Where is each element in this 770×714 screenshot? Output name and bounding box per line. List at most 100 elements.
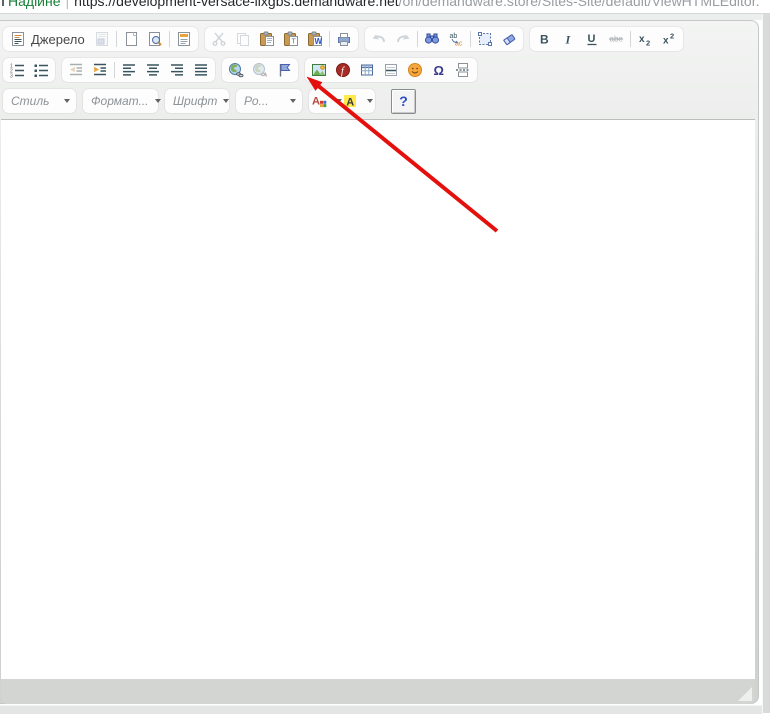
- about-button[interactable]: ?: [391, 88, 416, 114]
- underline-icon: U: [584, 31, 600, 47]
- align-right-icon: [169, 62, 185, 78]
- svg-text:2: 2: [670, 32, 674, 41]
- svg-text:I: I: [564, 33, 571, 47]
- italic-button[interactable]: I: [556, 28, 580, 50]
- binoculars-icon: [424, 31, 440, 47]
- toolbar-separator: [469, 31, 471, 47]
- templates-button[interactable]: [172, 28, 196, 50]
- omega-icon: Ω: [431, 62, 447, 78]
- italic-icon: I: [560, 31, 576, 47]
- toolbar-group: 123: [3, 58, 55, 82]
- paste-icon: [259, 31, 275, 47]
- ordered-list-button[interactable]: 123: [5, 59, 29, 81]
- justify-left-button[interactable]: [117, 59, 141, 81]
- special-char-button[interactable]: Ω: [427, 59, 451, 81]
- browser-vertical-scrollbar[interactable]: [762, 14, 770, 713]
- eraser-icon: [501, 31, 517, 47]
- font-dropdown[interactable]: Шрифт: [165, 89, 230, 113]
- print-button[interactable]: [332, 28, 356, 50]
- justify-right-button[interactable]: [165, 59, 189, 81]
- align-justify-icon: [193, 62, 209, 78]
- bold-button[interactable]: B: [532, 28, 556, 50]
- subscript-button[interactable]: x2: [633, 28, 657, 50]
- indent-icon: [92, 62, 108, 78]
- replace-icon: ab ac: [448, 31, 464, 47]
- image-button[interactable]: [307, 59, 331, 81]
- url-path: /on/demandware.store/Sites-Site/default/…: [398, 0, 760, 9]
- toolbar-group: Джерело: [3, 27, 198, 51]
- chevron-down-icon: [367, 99, 373, 103]
- background-color-button[interactable]: A: [342, 90, 373, 112]
- table-button[interactable]: [355, 59, 379, 81]
- source-button-label: Джерело: [31, 31, 85, 47]
- source-icon: [10, 31, 26, 47]
- redo-arrow-icon: [395, 31, 411, 47]
- size-dropdown[interactable]: Ро...: [236, 89, 302, 113]
- svg-text:A: A: [346, 97, 354, 109]
- smiley-icon: [407, 62, 423, 78]
- source-button[interactable]: Джерело: [5, 28, 90, 50]
- superscript-button[interactable]: x2: [657, 28, 681, 50]
- strikethrough-button: abe: [604, 28, 628, 50]
- justify-block-button[interactable]: [189, 59, 213, 81]
- svg-text:A: A: [312, 96, 320, 108]
- unlink-button: [248, 59, 272, 81]
- text-color-button[interactable]: A: [311, 90, 342, 112]
- find-button[interactable]: [420, 28, 444, 50]
- format-dropdown[interactable]: Формат...: [83, 89, 161, 113]
- question-mark-icon: ?: [399, 93, 408, 109]
- html-editor: Джерело T Wab ac B I Uabe x 2 x 2 123fΩ Стиль Форм…: [0, 20, 759, 704]
- paste-text-button[interactable]: T: [279, 28, 303, 50]
- toolbar-group: ab ac: [364, 27, 523, 51]
- paste-word-button[interactable]: W: [303, 28, 327, 50]
- chevron-down-icon: [64, 99, 70, 103]
- style-dropdown[interactable]: Стиль: [3, 89, 76, 113]
- indent-button[interactable]: [88, 59, 112, 81]
- svg-text:2: 2: [646, 39, 650, 48]
- remove-format-button[interactable]: [497, 28, 521, 50]
- flash-icon: f: [335, 62, 351, 78]
- svg-text:T: T: [291, 39, 296, 46]
- save-button: [90, 28, 114, 50]
- anchor-button[interactable]: [272, 59, 296, 81]
- paste-button[interactable]: [255, 28, 279, 50]
- preview-icon: [147, 31, 163, 47]
- copy-button: [231, 28, 255, 50]
- toolbar-group: [222, 58, 298, 82]
- page-break-icon: [455, 62, 471, 78]
- image-icon: [311, 62, 327, 78]
- unlink-globe-icon: [252, 62, 268, 78]
- copy-icon: [235, 31, 251, 47]
- new-page-icon: [123, 31, 139, 47]
- subscript-icon: x2: [637, 31, 653, 47]
- smiley-button[interactable]: [403, 59, 427, 81]
- select-all-button[interactable]: [473, 28, 497, 50]
- undo-arrow-icon: [371, 31, 387, 47]
- page-break-button[interactable]: [451, 59, 475, 81]
- horizontal-rule-button[interactable]: [379, 59, 403, 81]
- justify-center-button[interactable]: [141, 59, 165, 81]
- resize-handle[interactable]: [738, 687, 752, 701]
- table-icon: [359, 62, 375, 78]
- replace-button[interactable]: ab ac: [444, 28, 468, 50]
- toolbar-separator: [629, 31, 631, 47]
- link-button[interactable]: [224, 59, 248, 81]
- toolbar-group: fΩ: [305, 58, 477, 82]
- toolbar-row-3: Стиль Формат... Шрифт Ро... A A ?: [3, 88, 754, 114]
- font-dropdown-label: Шрифт: [173, 94, 218, 108]
- bulleted-list-icon: [33, 62, 49, 78]
- color-button-group: A A: [309, 89, 375, 113]
- url-text: Надійне | https://development-versace-lixg…: [2, 0, 759, 9]
- paste-text-icon: T: [283, 31, 299, 47]
- size-dropdown-label: Ро...: [244, 94, 269, 108]
- flash-button[interactable]: f: [331, 59, 355, 81]
- underline-button[interactable]: U: [580, 28, 604, 50]
- editor-content-area[interactable]: [1, 119, 755, 680]
- preview-button[interactable]: [143, 28, 167, 50]
- svg-text:x: x: [639, 34, 645, 45]
- toolbar-group: B I Uabe x 2 x 2: [529, 27, 683, 51]
- outdent-button: [64, 59, 88, 81]
- new-page-button[interactable]: [119, 28, 143, 50]
- redo-button: [391, 28, 415, 50]
- unordered-list-button[interactable]: [29, 59, 53, 81]
